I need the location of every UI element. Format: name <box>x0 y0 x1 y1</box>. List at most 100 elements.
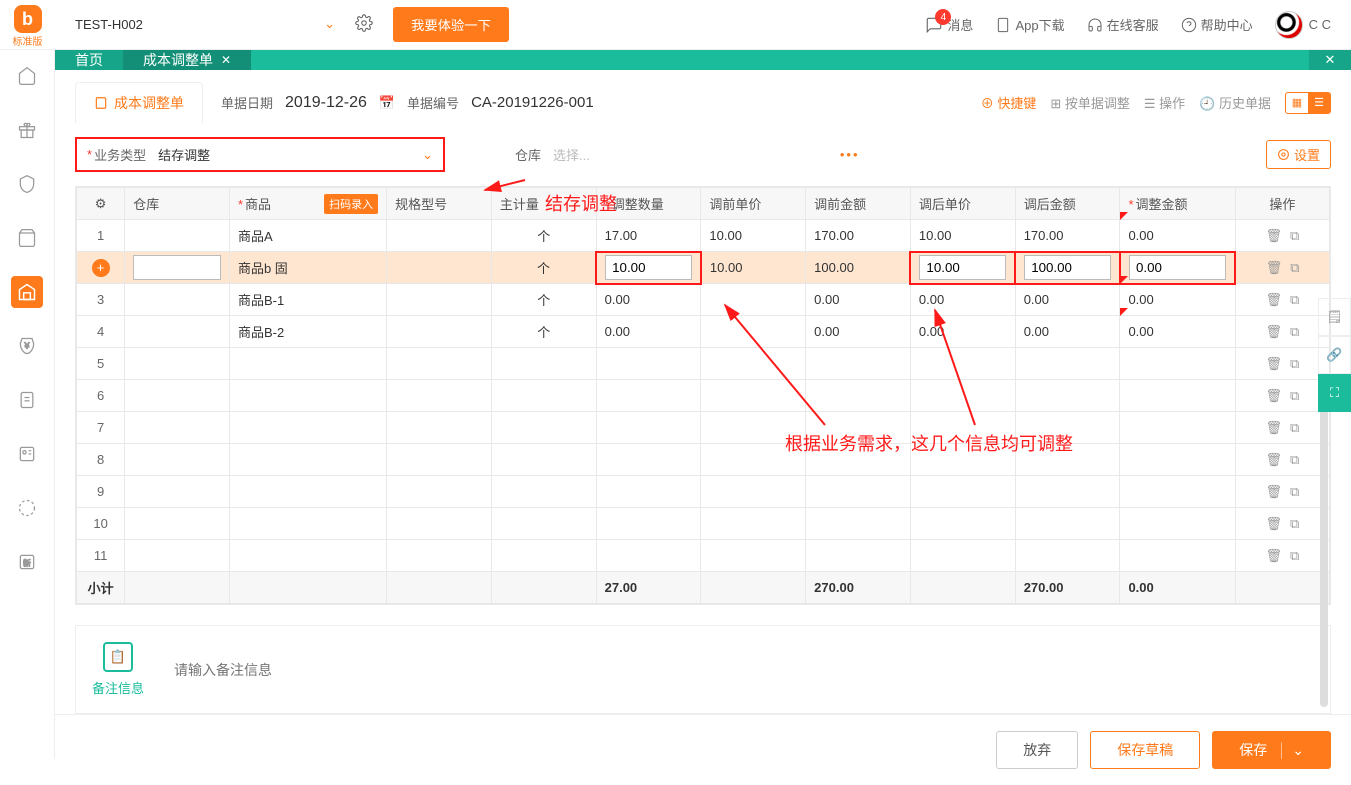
dock-link-icon[interactable]: 🔗 <box>1318 336 1351 374</box>
copy-row-icon[interactable]: ⧉ <box>1290 548 1299 563</box>
col-spec: 规格型号 <box>387 188 492 220</box>
copy-row-icon[interactable]: ⧉ <box>1290 356 1299 371</box>
more-icon[interactable]: ••• <box>840 147 860 162</box>
table-row[interactable]: 1 商品A 个 17.00 10.00 170.00 10.00 170.00 … <box>77 220 1330 252</box>
col-ops: 操作 <box>1235 188 1329 220</box>
nav-new-icon[interactable]: 新 <box>11 546 43 578</box>
top-bar: b 标准版 TEST-H002 ⌄ 我要体验一下 4 消息 App下载 在线客服… <box>0 0 1351 50</box>
service-button[interactable]: 在线客服 <box>1087 15 1159 34</box>
view-toggle[interactable]: ▦☰ <box>1285 92 1331 114</box>
nav-home-icon[interactable] <box>11 60 43 92</box>
delete-row-icon[interactable]: 🗑 <box>1265 484 1282 499</box>
copy-row-icon[interactable]: ⧉ <box>1290 452 1299 467</box>
by-doc-link[interactable]: ⊞ 按单据调整 <box>1050 93 1130 112</box>
delete-row-icon[interactable]: 🗑 <box>1265 356 1282 371</box>
nav-sync-icon[interactable] <box>11 492 43 524</box>
remarks-section: 📋 备注信息 <box>75 625 1331 714</box>
help-button[interactable]: 帮助中心 <box>1181 15 1253 34</box>
table-row[interactable]: 5 🗑⧉ <box>77 348 1330 380</box>
col-qty: *调整数量 <box>596 188 701 220</box>
tenant-select[interactable]: TEST-H002 ⌄ <box>75 12 335 37</box>
copy-row-icon[interactable]: ⧉ <box>1290 420 1299 435</box>
copy-row-icon[interactable]: ⧉ <box>1290 228 1299 243</box>
close-icon[interactable]: ✕ <box>221 53 231 67</box>
business-type-select[interactable]: *业务类型 结存调整 ⌄ <box>75 137 445 172</box>
table-row[interactable]: 8 🗑⧉ <box>77 444 1330 476</box>
copy-row-icon[interactable]: ⧉ <box>1290 388 1299 403</box>
col-preamt: 调前金额 <box>806 188 911 220</box>
nav-clipboard-icon[interactable] <box>11 384 43 416</box>
chevron-down-icon: ⌄ <box>422 147 433 163</box>
table-row[interactable]: 10 🗑⧉ <box>77 508 1330 540</box>
table-row[interactable]: 11 🗑⧉ <box>77 540 1330 572</box>
adjamt-input[interactable] <box>1129 255 1226 280</box>
logo: b 标准版 <box>0 1 55 48</box>
table-row[interactable]: + 商品b 固 个 10.00 100.00 🗑⧉ <box>77 252 1330 284</box>
settings-button[interactable]: 设置 <box>1266 140 1331 169</box>
copy-row-icon[interactable]: ⧉ <box>1290 292 1299 307</box>
postamt-input[interactable] <box>1024 255 1111 280</box>
dock-expand-icon[interactable]: ⛶ <box>1318 374 1351 412</box>
warehouse-select[interactable]: 仓库选择... <box>515 145 590 164</box>
gear-icon[interactable] <box>355 14 373 35</box>
nav-warehouse-icon[interactable] <box>11 276 43 308</box>
col-preprice: 调前单价 <box>701 188 806 220</box>
nav-bag-icon[interactable] <box>11 222 43 254</box>
copy-row-icon[interactable]: ⧉ <box>1290 516 1299 531</box>
delete-row-icon[interactable]: 🗑 <box>1265 324 1282 339</box>
doc-date[interactable]: 2019-12-26 <box>285 94 367 112</box>
nav-shield-icon[interactable] <box>11 168 43 200</box>
delete-row-icon[interactable]: 🗑 <box>1265 228 1282 243</box>
qty-input[interactable] <box>605 255 692 280</box>
calendar-icon[interactable]: 📅 <box>379 95 395 111</box>
copy-row-icon[interactable]: ⧉ <box>1290 484 1299 499</box>
table-row[interactable]: 6 🗑⧉ <box>77 380 1330 412</box>
delete-row-icon[interactable]: 🗑 <box>1265 516 1282 531</box>
copy-row-icon[interactable]: ⧉ <box>1290 260 1299 275</box>
postprice-input[interactable] <box>919 255 1006 280</box>
right-dock: 🗒 🔗 ⛶ <box>1318 298 1351 412</box>
doc-code: CA-20191226-001 <box>471 94 594 111</box>
save-button[interactable]: 保存⌄ <box>1212 731 1331 769</box>
discard-button[interactable]: 放弃 <box>996 731 1078 769</box>
doc-tab[interactable]: 成本调整单 <box>75 82 203 123</box>
nav-report-icon[interactable] <box>11 438 43 470</box>
delete-row-icon[interactable]: 🗑 <box>1266 260 1283 275</box>
col-product: *商品扫码录入 <box>229 188 386 220</box>
nav-money-icon[interactable]: ¥ <box>11 330 43 362</box>
delete-row-icon[interactable]: 🗑 <box>1265 548 1282 563</box>
delete-row-icon[interactable]: 🗑 <box>1265 420 1282 435</box>
table-row[interactable]: 9 🗑⧉ <box>77 476 1330 508</box>
hotkey-link[interactable]: ⊕ 快捷键 <box>981 93 1037 112</box>
col-adjamt: *调整金额 <box>1120 188 1235 220</box>
tab-cost-adjust[interactable]: 成本调整单✕ <box>123 50 251 70</box>
delete-row-icon[interactable]: 🗑 <box>1265 292 1282 307</box>
tab-home[interactable]: 首页 <box>55 50 123 70</box>
ops-link[interactable]: ☰ 操作 <box>1144 93 1185 112</box>
col-settings-icon[interactable]: ⚙ <box>77 188 125 220</box>
dock-note-icon[interactable]: 🗒 <box>1318 298 1351 336</box>
messages-button[interactable]: 4 消息 <box>925 15 973 34</box>
delete-row-icon[interactable]: 🗑 <box>1265 452 1282 467</box>
table-row[interactable]: 3 商品B-1 个 0.00 0.00 0.00 0.00 0.00 🗑⧉ <box>77 284 1330 316</box>
col-warehouse: 仓库 <box>125 188 230 220</box>
close-all-icon[interactable]: ✕ <box>1309 50 1351 70</box>
delete-row-icon[interactable]: 🗑 <box>1265 388 1282 403</box>
tab-bar: 首页 成本调整单✕ ✕ <box>55 50 1351 70</box>
history-link[interactable]: 🕘 历史单据 <box>1199 93 1271 112</box>
copy-row-icon[interactable]: ⧉ <box>1290 324 1299 339</box>
table-row[interactable]: 4 商品B-2 个 0.00 0.00 0.00 0.00 0.00 🗑⧉ <box>77 316 1330 348</box>
wh-input[interactable] <box>133 255 221 280</box>
svg-text:¥: ¥ <box>24 341 30 351</box>
nav-gift-icon[interactable] <box>11 114 43 146</box>
table-row[interactable]: 7 🗑⧉ <box>77 412 1330 444</box>
app-download-button[interactable]: App下载 <box>995 15 1064 34</box>
user-menu[interactable]: C C <box>1275 11 1331 39</box>
save-draft-button[interactable]: 保存草稿 <box>1090 731 1200 769</box>
try-button[interactable]: 我要体验一下 <box>393 7 509 42</box>
remarks-input[interactable] <box>174 662 1314 678</box>
scrollbar[interactable] <box>1320 387 1328 707</box>
chevron-down-icon[interactable]: ⌄ <box>1281 742 1304 759</box>
scan-input-button[interactable]: 扫码录入 <box>324 194 378 214</box>
add-row-icon[interactable]: + <box>92 259 110 277</box>
